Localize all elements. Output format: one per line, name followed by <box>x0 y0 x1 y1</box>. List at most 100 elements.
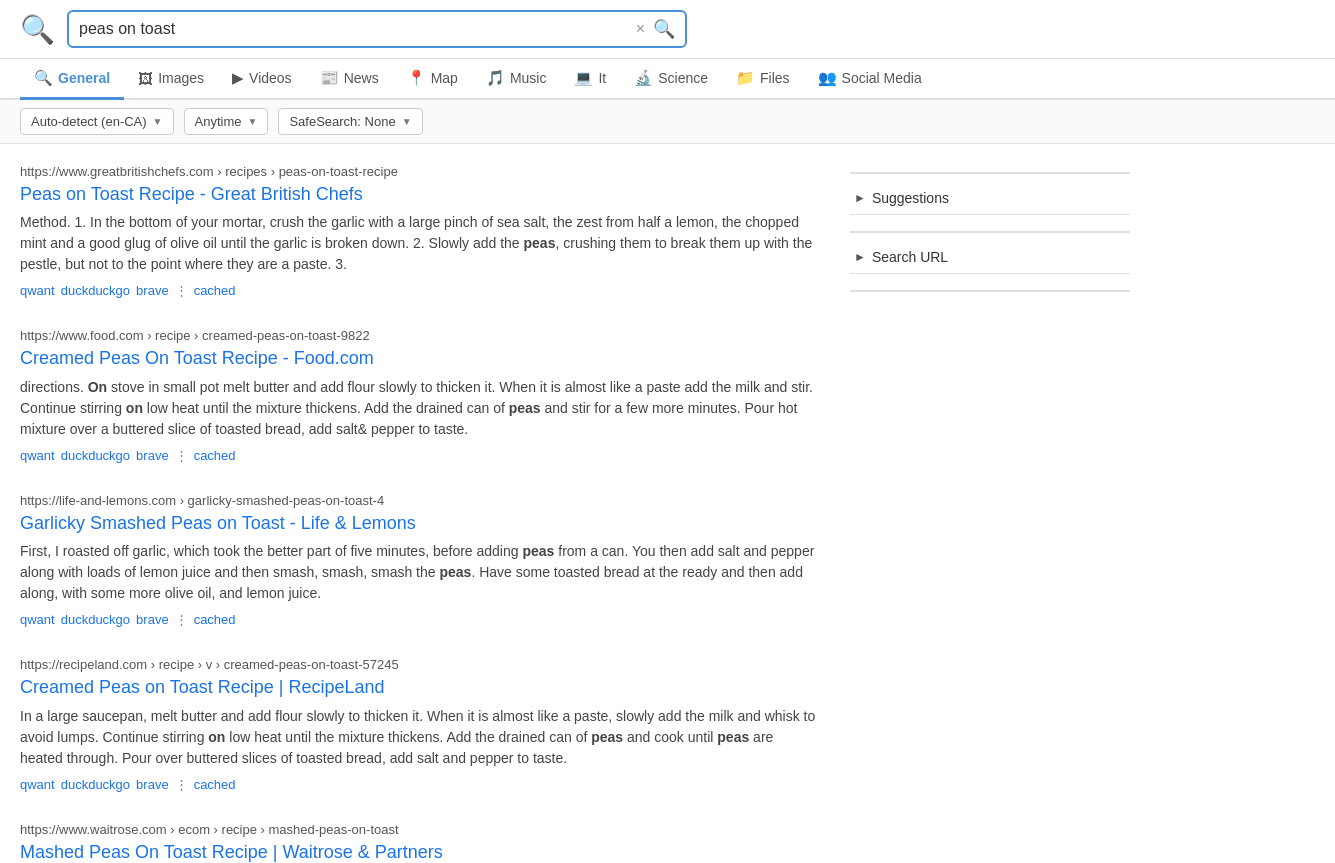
tab-map[interactable]: 📍 Map <box>393 59 472 100</box>
news-icon: 📰 <box>320 69 339 87</box>
brave-link[interactable]: brave <box>136 777 169 792</box>
qwant-link[interactable]: qwant <box>20 283 55 298</box>
more-options-icon[interactable]: ⋮ <box>175 448 188 463</box>
brave-link[interactable]: brave <box>136 612 169 627</box>
result-url-text: https://www.food.com › recipe › creamed-… <box>20 328 370 343</box>
result-actions: qwant duckduckgo brave ⋮ cached <box>20 448 820 463</box>
safe-filter[interactable]: SafeSearch: None ▼ <box>278 108 422 135</box>
language-filter-arrow: ▼ <box>153 116 163 127</box>
tab-general[interactable]: 🔍 General <box>20 59 124 100</box>
sidebar-search-url-label: Search URL <box>872 249 948 265</box>
science-icon: 🔬 <box>634 69 653 87</box>
sidebar-suggestions-label: Suggestions <box>872 190 949 206</box>
search-button-icon[interactable]: 🔍 <box>653 18 675 40</box>
result-url-text: https://life-and-lemons.com › garlicky-s… <box>20 493 384 508</box>
cached-link[interactable]: cached <box>194 777 236 792</box>
result-item: https://www.greatbritishchefs.com › reci… <box>20 164 820 298</box>
time-filter[interactable]: Anytime ▼ <box>184 108 269 135</box>
safe-filter-arrow: ▼ <box>402 116 412 127</box>
result-item: https://life-and-lemons.com › garlicky-s… <box>20 493 820 627</box>
duckduckgo-link[interactable]: duckduckgo <box>61 448 130 463</box>
result-title[interactable]: Peas on Toast Recipe - Great British Che… <box>20 183 820 206</box>
tab-files[interactable]: 📁 Files <box>722 59 804 100</box>
qwant-link[interactable]: qwant <box>20 777 55 792</box>
files-icon: 📁 <box>736 69 755 87</box>
images-icon: 🖼 <box>138 70 153 87</box>
main-layout: https://www.greatbritishchefs.com › reci… <box>0 144 1335 863</box>
cached-link[interactable]: cached <box>194 283 236 298</box>
result-url: https://www.food.com › recipe › creamed-… <box>20 328 820 343</box>
result-url: https://www.greatbritishchefs.com › reci… <box>20 164 820 179</box>
more-options-icon[interactable]: ⋮ <box>175 612 188 627</box>
safe-filter-label: SafeSearch: None <box>289 114 395 129</box>
tab-social-label: Social Media <box>842 70 922 86</box>
result-actions: qwant duckduckgo brave ⋮ cached <box>20 612 820 627</box>
cached-link[interactable]: cached <box>194 612 236 627</box>
result-title[interactable]: Garlicky Smashed Peas on Toast - Life & … <box>20 512 820 535</box>
tab-files-label: Files <box>760 70 790 86</box>
sidebar-item-suggestions[interactable]: ► Suggestions <box>850 182 1130 215</box>
result-url-text: https://www.greatbritishchefs.com › reci… <box>20 164 398 179</box>
search-input[interactable] <box>79 20 636 38</box>
search-bar: × 🔍 <box>67 10 687 48</box>
result-actions: qwant duckduckgo brave ⋮ cached <box>20 777 820 792</box>
result-title[interactable]: Creamed Peas on Toast Recipe | RecipeLan… <box>20 676 820 699</box>
qwant-link[interactable]: qwant <box>20 612 55 627</box>
tab-videos-label: Videos <box>249 70 292 86</box>
cached-link[interactable]: cached <box>194 448 236 463</box>
qwant-link[interactable]: qwant <box>20 448 55 463</box>
result-item: https://www.food.com › recipe › creamed-… <box>20 328 820 462</box>
sidebar-search-url: ► Search URL <box>850 241 1130 274</box>
result-item: https://recipeland.com › recipe › v › cr… <box>20 657 820 791</box>
tab-images-label: Images <box>158 70 204 86</box>
clear-icon[interactable]: × <box>636 20 645 38</box>
tab-music[interactable]: 🎵 Music <box>472 59 561 100</box>
result-title[interactable]: Mashed Peas On Toast Recipe | Waitrose &… <box>20 841 820 863</box>
result-item: https://www.waitrose.com › ecom › recipe… <box>20 822 820 863</box>
nav-tabs: 🔍 General 🖼 Images ▶ Videos 📰 News 📍 Map… <box>0 59 1335 100</box>
duckduckgo-link[interactable]: duckduckgo <box>61 777 130 792</box>
result-actions: qwant duckduckgo brave ⋮ cached <box>20 283 820 298</box>
sidebar-item-search-url[interactable]: ► Search URL <box>850 241 1130 274</box>
more-options-icon[interactable]: ⋮ <box>175 777 188 792</box>
music-icon: 🎵 <box>486 69 505 87</box>
brave-link[interactable]: brave <box>136 448 169 463</box>
tab-it[interactable]: 💻 It <box>560 59 620 100</box>
tab-social[interactable]: 👥 Social Media <box>804 59 936 100</box>
tab-map-label: Map <box>431 70 458 86</box>
general-icon: 🔍 <box>34 69 53 87</box>
results-column: https://www.greatbritishchefs.com › reci… <box>20 164 820 863</box>
result-snippet: First, I roasted off garlic, which took … <box>20 541 820 604</box>
tab-news-label: News <box>344 70 379 86</box>
logo-icon[interactable]: 🔍 <box>20 13 55 46</box>
tab-videos[interactable]: ▶ Videos <box>218 59 306 100</box>
tab-science[interactable]: 🔬 Science <box>620 59 722 100</box>
videos-icon: ▶ <box>232 69 244 87</box>
duckduckgo-link[interactable]: duckduckgo <box>61 612 130 627</box>
result-url: https://www.waitrose.com › ecom › recipe… <box>20 822 820 837</box>
time-filter-label: Anytime <box>195 114 242 129</box>
time-filter-arrow: ▼ <box>247 116 257 127</box>
social-icon: 👥 <box>818 69 837 87</box>
duckduckgo-link[interactable]: duckduckgo <box>61 283 130 298</box>
result-url-text: https://recipeland.com › recipe › v › cr… <box>20 657 399 672</box>
search-url-arrow-icon: ► <box>854 250 866 264</box>
brave-link[interactable]: brave <box>136 283 169 298</box>
result-title[interactable]: Creamed Peas On Toast Recipe - Food.com <box>20 347 820 370</box>
result-url-text: https://www.waitrose.com › ecom › recipe… <box>20 822 399 837</box>
header: 🔍 × 🔍 <box>0 0 1335 59</box>
tab-images[interactable]: 🖼 Images <box>124 60 218 100</box>
result-url: https://recipeland.com › recipe › v › cr… <box>20 657 820 672</box>
language-filter[interactable]: Auto-detect (en-CA) ▼ <box>20 108 174 135</box>
tab-general-label: General <box>58 70 110 86</box>
language-filter-label: Auto-detect (en-CA) <box>31 114 147 129</box>
tab-news[interactable]: 📰 News <box>306 59 393 100</box>
it-icon: 💻 <box>574 69 593 87</box>
tab-music-label: Music <box>510 70 547 86</box>
result-snippet: In a large saucepan, melt butter and add… <box>20 706 820 769</box>
more-options-icon[interactable]: ⋮ <box>175 283 188 298</box>
tab-it-label: It <box>598 70 606 86</box>
filters-bar: Auto-detect (en-CA) ▼ Anytime ▼ SafeSear… <box>0 100 1335 144</box>
result-snippet: directions. On stove in small pot melt b… <box>20 377 820 440</box>
result-url: https://life-and-lemons.com › garlicky-s… <box>20 493 820 508</box>
